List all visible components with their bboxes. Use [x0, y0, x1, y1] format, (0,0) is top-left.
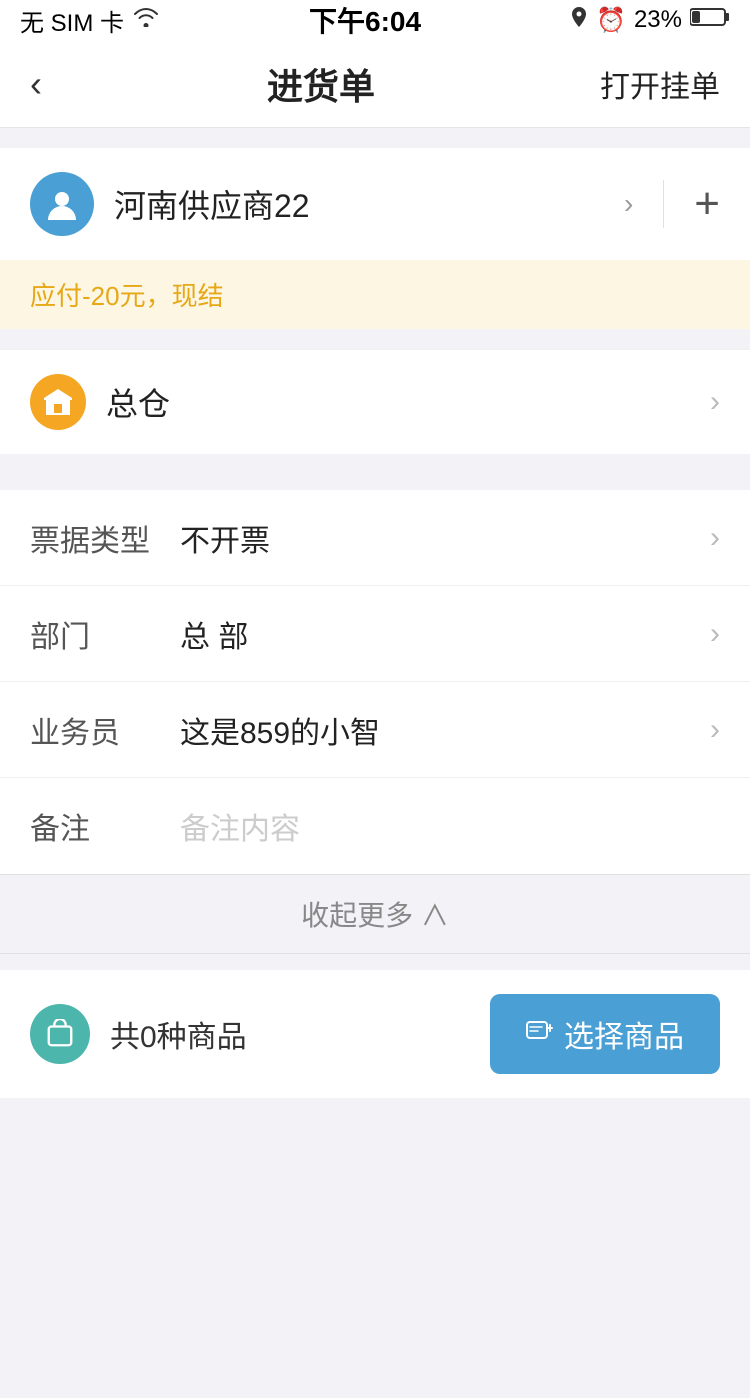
back-button[interactable]: ‹ — [30, 63, 42, 105]
field-value-invoice-type: 不开票 — [170, 516, 710, 560]
field-label-invoice-type: 票据类型 — [30, 516, 170, 560]
page-background — [0, 1098, 750, 1398]
warehouse-icon — [30, 374, 86, 430]
field-row-remarks[interactable]: 备注 备注内容 — [0, 778, 750, 874]
product-count: 共0种商品 — [110, 1012, 490, 1056]
add-supplier-button[interactable]: + — [694, 182, 720, 226]
select-product-label: 选择商品 — [564, 1012, 684, 1056]
supplier-section: 河南供应商22 › + 应付-20元，现结 — [0, 148, 750, 329]
field-row-department[interactable]: 部门 总 部 › — [0, 586, 750, 682]
field-label-salesperson: 业务员 — [30, 708, 170, 752]
field-chevron-invoice-type: › — [710, 521, 720, 555]
warehouse-row[interactable]: 总仓 › — [0, 349, 750, 454]
fields-section: 票据类型 不开票 › 部门 总 部 › 业务员 这是859的小智 › 备注 备注… — [0, 490, 750, 874]
product-bar: 共0种商品 选择商品 — [0, 970, 750, 1098]
status-left: 无 SIM 卡 — [20, 3, 160, 38]
warehouse-section: 总仓 › — [0, 349, 750, 454]
nav-bar: ‹ 进货单 打开挂单 — [0, 40, 750, 128]
notice-banner: 应付-20元，现结 — [0, 260, 750, 329]
location-icon — [570, 6, 588, 35]
field-value-salesperson: 这是859的小智 — [170, 708, 710, 752]
notice-text: 应付-20元，现结 — [30, 281, 224, 311]
collapse-button[interactable]: 收起更多 ∧ — [0, 874, 750, 954]
gap-1 — [0, 128, 750, 148]
field-row-invoice-type[interactable]: 票据类型 不开票 › — [0, 490, 750, 586]
status-bar: 无 SIM 卡 下午6:04 ⏰ 23% — [0, 0, 750, 40]
gap-2 — [0, 329, 750, 349]
wifi-icon — [132, 6, 160, 34]
alarm-icon: ⏰ — [596, 6, 626, 35]
supplier-name: 河南供应商22 — [114, 181, 624, 227]
select-product-button[interactable]: 选择商品 — [490, 994, 720, 1074]
collapse-label: 收起更多 ∧ — [301, 894, 449, 934]
field-row-salesperson[interactable]: 业务员 这是859的小智 › — [0, 682, 750, 778]
battery-text: 23% — [634, 6, 682, 34]
field-chevron-salesperson: › — [710, 713, 720, 747]
supplier-row[interactable]: 河南供应商22 › + — [0, 148, 750, 260]
status-time: 下午6:04 — [309, 0, 421, 40]
warehouse-name: 总仓 — [106, 379, 710, 425]
warehouse-chevron-icon: › — [710, 385, 720, 419]
battery-icon — [690, 6, 730, 34]
field-value-department: 总 部 — [170, 612, 710, 656]
field-label-department: 部门 — [30, 612, 170, 656]
supplier-avatar — [30, 172, 94, 236]
page-title: 进货单 — [267, 58, 375, 110]
field-label-remarks: 备注 — [30, 804, 170, 848]
select-product-icon — [526, 1018, 554, 1050]
status-right: ⏰ 23% — [570, 6, 730, 35]
supplier-divider — [663, 180, 664, 228]
gap-3 — [0, 454, 750, 474]
carrier-text: 无 SIM 卡 — [20, 3, 124, 38]
open-pending-button[interactable]: 打开挂单 — [600, 62, 720, 106]
product-icon — [30, 1004, 90, 1064]
supplier-chevron-icon: › — [624, 188, 633, 220]
field-placeholder-remarks[interactable]: 备注内容 — [170, 804, 720, 848]
field-chevron-department: › — [710, 617, 720, 651]
